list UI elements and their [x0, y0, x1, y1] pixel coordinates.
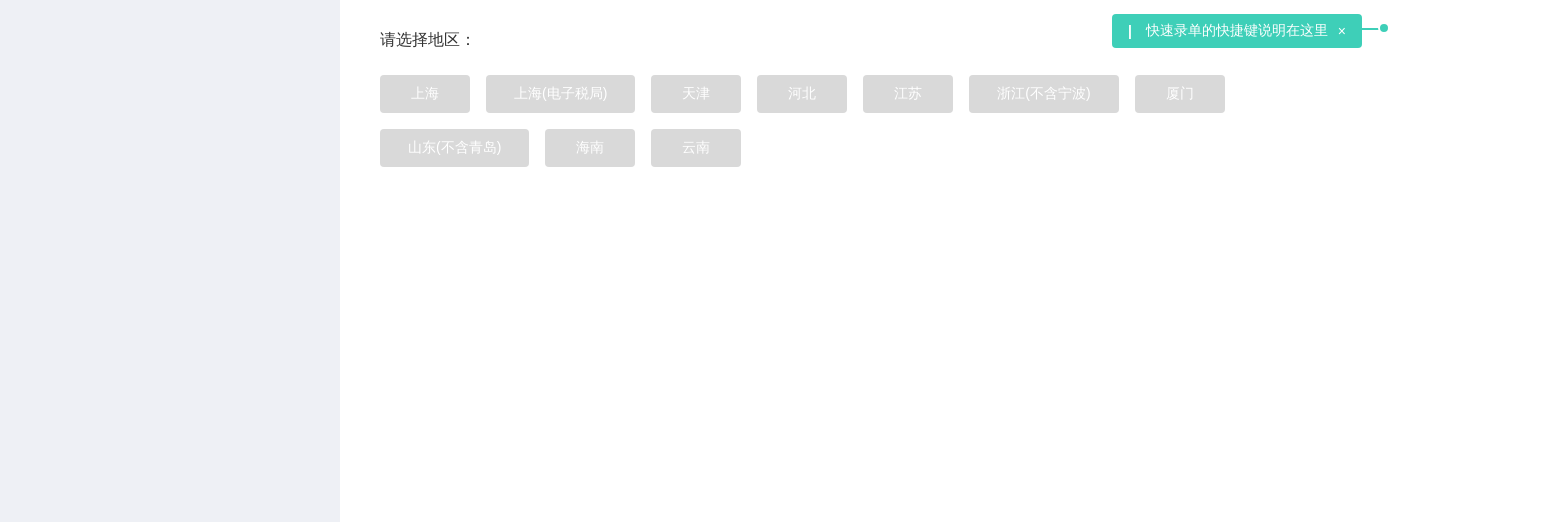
sidebar [0, 0, 340, 522]
region-button-hainan[interactable]: 海南 [545, 129, 635, 167]
region-button-yunnan[interactable]: 云南 [651, 129, 741, 167]
tooltip-banner: 快速录单的快捷键说明在这里 × [1112, 14, 1362, 48]
region-button-shandong[interactable]: 山东(不含青岛) [380, 129, 529, 167]
region-row-2: 山东(不含青岛) 海南云南 [380, 129, 1522, 167]
main-content: 请选择地区： 上海上海(电子税局)天津河北江苏浙江(不含宁波)厦门 山东(不含青… [340, 0, 1562, 522]
region-button-jiangsu[interactable]: 江苏 [863, 75, 953, 113]
tooltip-close-button[interactable]: × [1338, 24, 1346, 38]
region-button-shanghai-etax[interactable]: 上海(电子税局) [486, 75, 635, 113]
region-button-zhejiang[interactable]: 浙江(不含宁波) [969, 75, 1118, 113]
tooltip-text: 快速录单的快捷键说明在这里 [1146, 22, 1328, 40]
tooltip-dot [1378, 22, 1390, 34]
region-row-1: 上海上海(电子税局) 天津河北江苏浙江(不含宁波) 厦门 [380, 75, 1522, 113]
region-button-xiamen[interactable]: 厦门 [1135, 75, 1225, 113]
region-button-hebei[interactable]: 河北 [757, 75, 847, 113]
region-button-shanghai[interactable]: 上海 [380, 75, 470, 113]
region-button-tianjin[interactable]: 天津 [651, 75, 741, 113]
